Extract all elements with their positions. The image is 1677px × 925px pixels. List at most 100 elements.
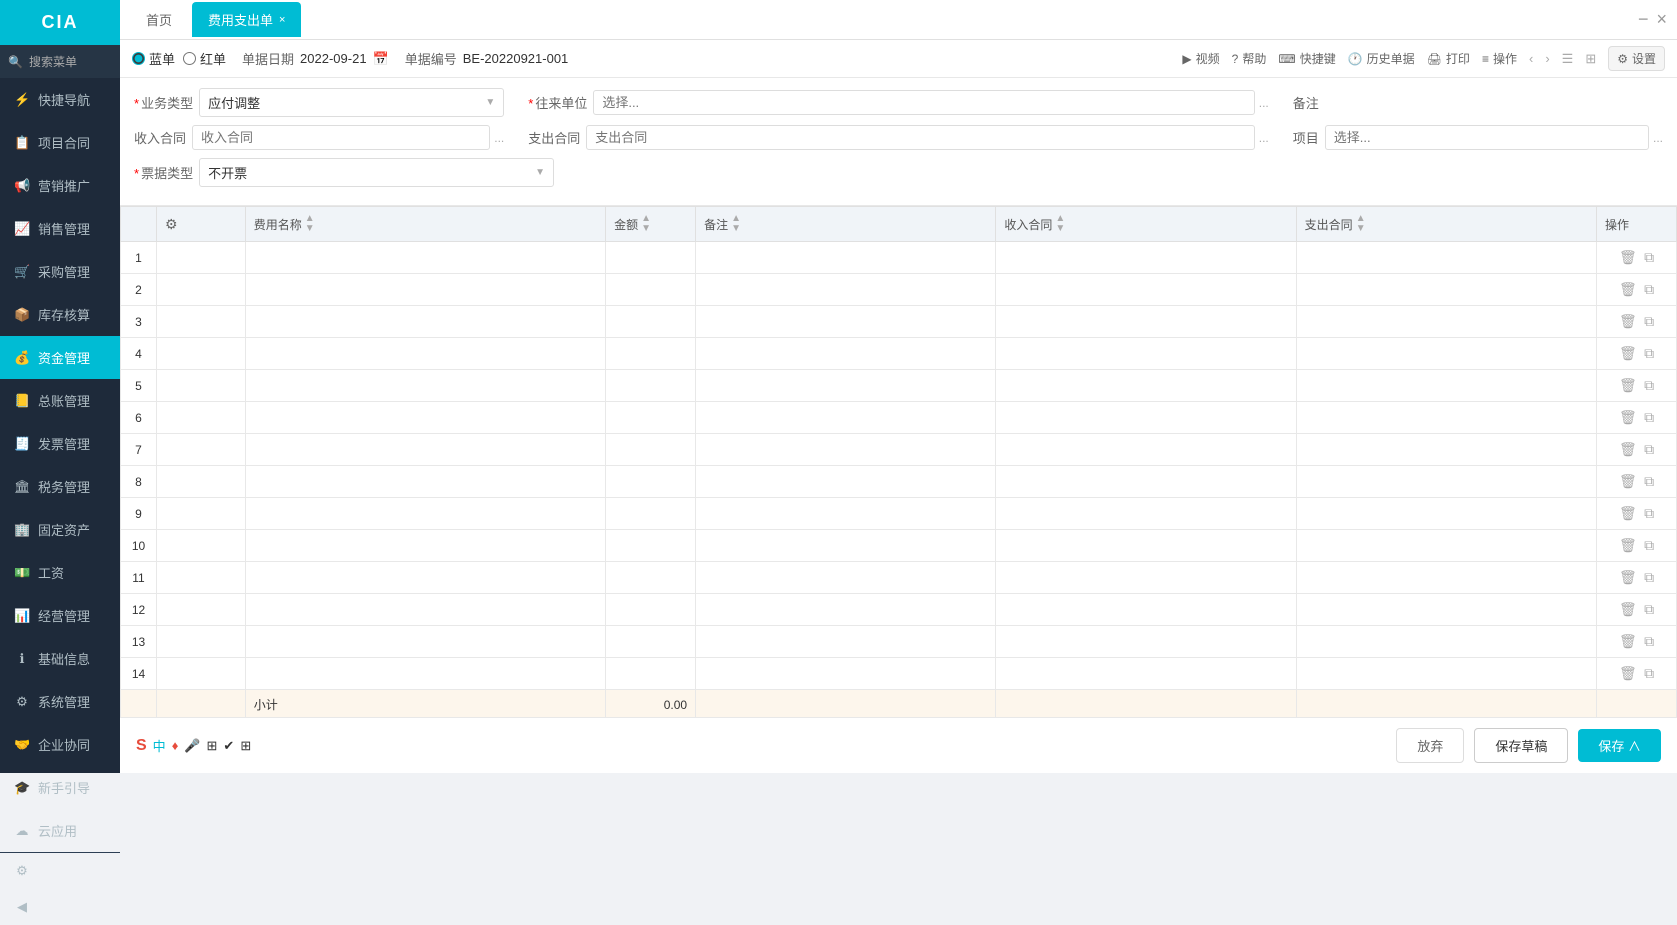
sidebar-item-collapse[interactable]: ◀ (0, 889, 120, 925)
sidebar-item-settings[interactable]: ⚙ (0, 853, 120, 889)
save-button[interactable]: 保存 ∧ (1578, 729, 1661, 762)
row-delete-13[interactable]: 🗑 (1617, 631, 1639, 652)
row-delete-1[interactable]: 🗑 (1617, 247, 1639, 268)
sidebar-item-basic-info[interactable]: ℹ基础信息 (0, 637, 120, 680)
sidebar-item-sales[interactable]: 📈销售管理 (0, 207, 120, 250)
row-copy-12[interactable]: ⧉ (1642, 599, 1656, 620)
calendar-icon[interactable]: 📅 (373, 51, 389, 67)
view-list-icon[interactable]: ☰ (1562, 51, 1574, 67)
row-income-7[interactable] (996, 434, 1296, 466)
row-copy-8[interactable]: ⧉ (1642, 471, 1656, 492)
tab-close-icon[interactable]: × (279, 14, 285, 26)
row-note-2[interactable] (696, 274, 996, 306)
row-amount-8[interactable] (606, 466, 696, 498)
row-income-11[interactable] (996, 562, 1296, 594)
row-amount-11[interactable] (606, 562, 696, 594)
row-income-1[interactable] (996, 242, 1296, 274)
row-note-14[interactable] (696, 658, 996, 690)
row-income-8[interactable] (996, 466, 1296, 498)
row-delete-10[interactable]: 🗑 (1617, 535, 1639, 556)
row-copy-11[interactable]: ⧉ (1642, 567, 1656, 588)
row-expense-3[interactable] (1296, 306, 1596, 338)
sidebar-item-capital[interactable]: 💰资金管理 (0, 336, 120, 379)
row-amount-4[interactable] (606, 338, 696, 370)
row-delete-5[interactable]: 🗑 (1617, 375, 1639, 396)
sidebar-item-salary[interactable]: 💵工资 (0, 551, 120, 594)
row-copy-5[interactable]: ⧉ (1642, 375, 1656, 396)
income-contract-input[interactable] (192, 125, 490, 150)
sidebar-item-quick-nav[interactable]: ⚡快捷导航 (0, 78, 120, 121)
operations-btn[interactable]: ≡ 操作 (1482, 50, 1517, 67)
sidebar-item-marketing[interactable]: 📢营销推广 (0, 164, 120, 207)
partner-ellipsis[interactable]: ... (1259, 96, 1269, 110)
row-expense-9[interactable] (1296, 498, 1596, 530)
row-expense-11[interactable] (1296, 562, 1596, 594)
row-delete-2[interactable]: 🗑 (1617, 279, 1639, 300)
th-amount[interactable]: 金额 ▲▼ (606, 207, 696, 242)
window-minimize-icon[interactable]: − (1638, 9, 1649, 30)
sidebar-item-invoice[interactable]: 🧾发票管理 (0, 422, 120, 465)
row-income-12[interactable] (996, 594, 1296, 626)
blue-single-radio[interactable]: 蓝单 (132, 49, 175, 68)
row-copy-1[interactable]: ⧉ (1642, 247, 1656, 268)
tab-home[interactable]: 首页 (130, 2, 188, 37)
nav-prev-icon[interactable]: ‹ (1529, 51, 1533, 66)
view-grid-icon[interactable]: ⊞ (1585, 51, 1596, 67)
partner-input[interactable] (593, 90, 1254, 115)
row-income-9[interactable] (996, 498, 1296, 530)
row-delete-7[interactable]: 🗑 (1617, 439, 1639, 460)
row-name-3[interactable] (245, 306, 605, 338)
shortcut-btn[interactable]: ⌨ 快捷键 (1278, 50, 1335, 67)
red-single-radio[interactable]: 红单 (183, 49, 226, 68)
row-copy-10[interactable]: ⧉ (1642, 535, 1656, 556)
row-amount-2[interactable] (606, 274, 696, 306)
sidebar-item-purchase[interactable]: 🛒采购管理 (0, 250, 120, 293)
row-name-4[interactable] (245, 338, 605, 370)
th-expense-contract[interactable]: 支出合同 ▲▼ (1296, 207, 1596, 242)
setting-button[interactable]: ⚙ 设置 (1608, 46, 1665, 71)
row-delete-3[interactable]: 🗑 (1617, 311, 1639, 332)
expense-contract-input[interactable] (586, 125, 1254, 150)
sidebar-item-ledger[interactable]: 📒总账管理 (0, 379, 120, 422)
nav-next-icon[interactable]: › (1545, 51, 1549, 66)
row-expense-8[interactable] (1296, 466, 1596, 498)
row-amount-7[interactable] (606, 434, 696, 466)
window-close-icon[interactable]: × (1656, 9, 1667, 30)
row-amount-3[interactable] (606, 306, 696, 338)
row-name-9[interactable] (245, 498, 605, 530)
row-income-3[interactable] (996, 306, 1296, 338)
row-name-7[interactable] (245, 434, 605, 466)
row-income-10[interactable] (996, 530, 1296, 562)
sidebar-item-assets[interactable]: 🏢固定资产 (0, 508, 120, 551)
row-note-5[interactable] (696, 370, 996, 402)
row-amount-5[interactable] (606, 370, 696, 402)
row-copy-9[interactable]: ⧉ (1642, 503, 1656, 524)
row-name-11[interactable] (245, 562, 605, 594)
row-expense-12[interactable] (1296, 594, 1596, 626)
row-copy-4[interactable]: ⧉ (1642, 343, 1656, 364)
row-amount-10[interactable] (606, 530, 696, 562)
project-input[interactable] (1325, 125, 1649, 150)
row-expense-7[interactable] (1296, 434, 1596, 466)
row-name-2[interactable] (245, 274, 605, 306)
sidebar-item-inventory[interactable]: 📦库存核算 (0, 293, 120, 336)
row-delete-14[interactable]: 🗑 (1617, 663, 1639, 684)
row-amount-13[interactable] (606, 626, 696, 658)
row-income-13[interactable] (996, 626, 1296, 658)
discard-button[interactable]: 放弃 (1396, 728, 1464, 763)
row-name-13[interactable] (245, 626, 605, 658)
row-note-9[interactable] (696, 498, 996, 530)
row-name-10[interactable] (245, 530, 605, 562)
sidebar-item-guide[interactable]: 🎓新手引导 (0, 766, 120, 809)
row-name-12[interactable] (245, 594, 605, 626)
row-delete-4[interactable]: 🗑 (1617, 343, 1639, 364)
invoice-type-select[interactable]: 不开票 ▼ (199, 158, 554, 187)
row-expense-2[interactable] (1296, 274, 1596, 306)
row-note-3[interactable] (696, 306, 996, 338)
row-copy-13[interactable]: ⧉ (1642, 631, 1656, 652)
row-copy-2[interactable]: ⧉ (1642, 279, 1656, 300)
row-expense-13[interactable] (1296, 626, 1596, 658)
th-note[interactable]: 备注 ▲▼ (696, 207, 996, 242)
row-income-5[interactable] (996, 370, 1296, 402)
sidebar-item-operations[interactable]: 📊经营管理 (0, 594, 120, 637)
